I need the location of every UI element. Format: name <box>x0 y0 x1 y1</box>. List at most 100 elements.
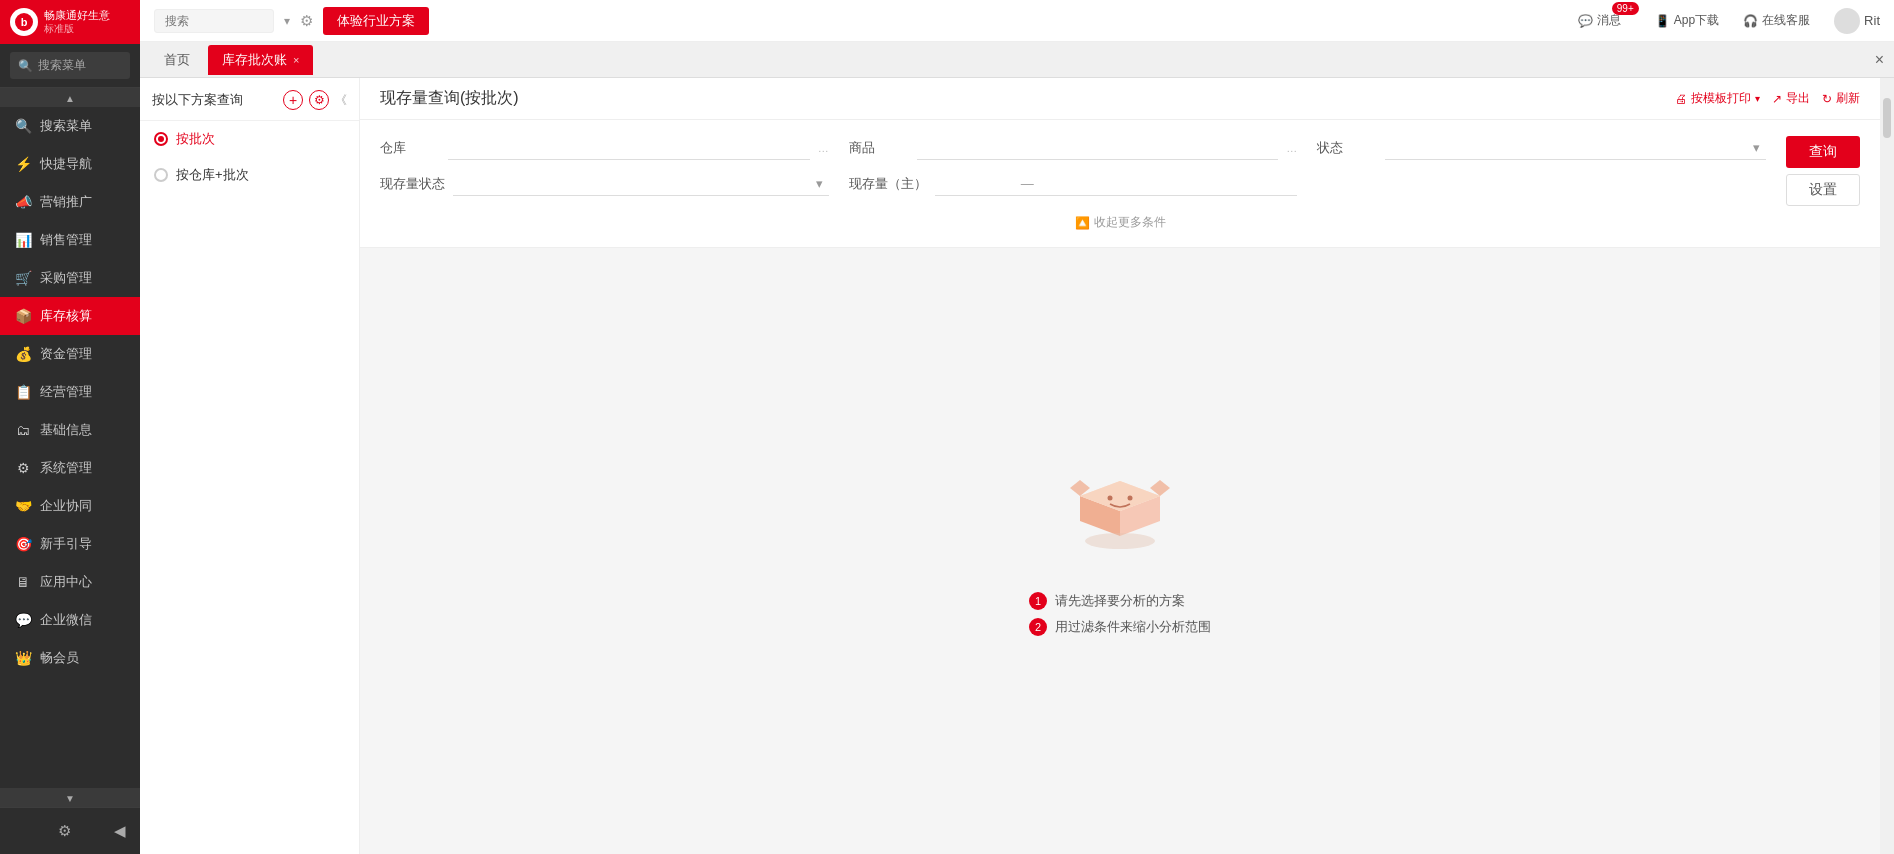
message-button[interactable]: 💬 消息 99+ <box>1568 8 1631 33</box>
empty-illustration <box>1060 466 1180 576</box>
tab-close-icon[interactable]: × <box>293 54 299 66</box>
sidebar-item-wechat[interactable]: 💬 企业微信 <box>0 601 140 639</box>
topbar-chevron-icon[interactable]: ▾ <box>284 14 290 28</box>
tab-home-label: 首页 <box>164 51 190 69</box>
export-button[interactable]: ↗ 导出 <box>1772 90 1810 107</box>
filter-form: 仓库 … 商品 … 状态 <box>360 120 1880 248</box>
print-chevron-icon[interactable]: ▾ <box>1755 93 1760 104</box>
sidebar-item-sales-label: 销售管理 <box>40 231 92 249</box>
refresh-button[interactable]: ↻ 刷新 <box>1822 90 1860 107</box>
sidebar-item-app-center[interactable]: 🖥 应用中心 <box>0 563 140 601</box>
status-dropdown-icon: ▾ <box>1753 140 1760 155</box>
filter-radio-batch <box>154 132 168 146</box>
collab-icon: 🤝 <box>14 497 32 515</box>
tab-inventory-batch[interactable]: 库存批次账 × <box>208 45 313 75</box>
sidebar-item-operation[interactable]: 📋 经营管理 <box>0 373 140 411</box>
experience-btn[interactable]: 体验行业方案 <box>323 7 429 35</box>
warehouse-label: 仓库 <box>380 139 440 157</box>
stock-qty-dash: — <box>1021 176 1034 191</box>
tab-home[interactable]: 首页 <box>150 45 204 75</box>
content-area: 按以下方案查询 + ⚙ 《 按批次 按仓库+批次 现存量查询(按批次) <box>140 78 1894 854</box>
set-button[interactable]: 设置 <box>1786 174 1860 206</box>
stock-qty-min-input[interactable] <box>935 172 1015 195</box>
service-label: 在线客服 <box>1762 12 1810 29</box>
app-version: 标准版 <box>44 22 110 36</box>
app-logo: b <box>10 8 38 36</box>
sidebar-item-members[interactable]: 👑 畅会员 <box>0 639 140 677</box>
filter-item-warehouse-batch[interactable]: 按仓库+批次 <box>140 157 359 193</box>
scrollbar-thumb[interactable] <box>1883 98 1891 138</box>
svg-point-5 <box>1128 496 1133 501</box>
stock-qty-label: 现存量（主） <box>849 175 927 193</box>
filter-panel-collapse-icon[interactable]: 《 <box>335 92 347 109</box>
warehouse-input[interactable] <box>448 136 810 160</box>
form-action-buttons: 查询 设置 <box>1786 136 1860 206</box>
filter-row-2: 现存量状态 ▾ 现存量（主） <box>380 172 1766 196</box>
sidebar-scroll-down[interactable]: ▼ <box>0 788 140 807</box>
sidebar-item-purchase[interactable]: 🛒 采购管理 <box>0 259 140 297</box>
sidebar-item-collab-label: 企业协同 <box>40 497 92 515</box>
stock-qty-field: 现存量（主） — <box>849 172 1298 196</box>
export-label: 导出 <box>1786 90 1810 107</box>
filter-panel: 按以下方案查询 + ⚙ 《 按批次 按仓库+批次 <box>140 78 360 854</box>
search-menu-button[interactable]: 🔍 搜索菜单 <box>10 52 130 79</box>
sidebar-item-quick-nav-label: 快捷导航 <box>40 155 92 173</box>
status-field: 状态 ▾ <box>1317 136 1766 160</box>
instruction-text-1: 请先选择要分析的方案 <box>1055 592 1185 610</box>
page-title: 现存量查询(按批次) <box>380 88 519 109</box>
filter-add-button[interactable]: + <box>283 90 303 110</box>
main-area: ▾ ⚙ 体验行业方案 💬 消息 99+ 📱 App下载 🎧 在线客服 Rit 首… <box>140 0 1894 854</box>
marketing-icon: 📣 <box>14 193 32 211</box>
service-button[interactable]: 🎧 在线客服 <box>1743 12 1810 29</box>
stock-qty-max-input[interactable] <box>1040 172 1120 195</box>
sidebar-collapse-button[interactable]: ◀ <box>114 822 126 840</box>
filter-gear-button[interactable]: ⚙ <box>309 90 329 110</box>
sidebar-item-system[interactable]: ⚙ 系统管理 <box>0 449 140 487</box>
system-icon: ⚙ <box>14 459 32 477</box>
empty-instructions: 1 请先选择要分析的方案 2 用过滤条件来缩小分析范围 <box>1029 592 1211 636</box>
status-select[interactable]: ▾ <box>1385 136 1766 160</box>
topbar-gear-icon[interactable]: ⚙ <box>300 12 313 30</box>
filter-radio-warehouse-batch <box>154 168 168 182</box>
product-input[interactable] <box>917 136 1279 160</box>
warehouse-dots-icon[interactable]: … <box>818 142 829 154</box>
page-actions: 🖨 按模板打印 ▾ ↗ 导出 ↻ 刷新 <box>1675 90 1860 107</box>
scrollbar-area <box>1880 78 1894 854</box>
app-download-button[interactable]: 📱 App下载 <box>1655 12 1719 29</box>
quick-nav-icon: ⚡ <box>14 155 32 173</box>
refresh-label: 刷新 <box>1836 90 1860 107</box>
product-dots-icon[interactable]: … <box>1286 142 1297 154</box>
sidebar-item-collab[interactable]: 🤝 企业协同 <box>0 487 140 525</box>
sidebar-item-quick-nav[interactable]: ⚡ 快捷导航 <box>0 145 140 183</box>
query-button[interactable]: 查询 <box>1786 136 1860 168</box>
settings-button[interactable]: ⚙ <box>14 818 114 844</box>
sidebar-header: b 畅康通好生意 标准版 <box>0 0 140 44</box>
product-label: 商品 <box>849 139 909 157</box>
sidebar-item-basic-info[interactable]: 🗂 基础信息 <box>0 411 140 449</box>
sidebar-item-marketing[interactable]: 📣 营销推广 <box>0 183 140 221</box>
print-label: 按模板打印 <box>1691 90 1751 107</box>
inventory-icon: 📦 <box>14 307 32 325</box>
app-download-label: App下载 <box>1674 12 1719 29</box>
user-button[interactable]: Rit <box>1834 8 1880 34</box>
stock-status-dropdown-icon: ▾ <box>816 176 823 191</box>
stock-qty-range: — <box>935 172 1298 196</box>
sidebar-item-inventory[interactable]: 📦 库存核算 <box>0 297 140 335</box>
topbar-search-input[interactable] <box>154 9 274 33</box>
app-name: 畅康通好生意 <box>44 8 110 22</box>
sidebar-item-search[interactable]: 🔍 搜索菜单 <box>0 107 140 145</box>
collapse-bar[interactable]: 🔼 收起更多条件 <box>380 208 1860 237</box>
main-content: 现存量查询(按批次) 🖨 按模板打印 ▾ ↗ 导出 ↻ 刷新 <box>360 78 1880 854</box>
stock-status-select[interactable]: ▾ <box>453 172 829 196</box>
sidebar-item-guide[interactable]: 🎯 新手引导 <box>0 525 140 563</box>
sidebar-item-wechat-label: 企业微信 <box>40 611 92 629</box>
warehouse-field: 仓库 … <box>380 136 829 160</box>
tab-inventory-batch-label: 库存批次账 <box>222 51 287 69</box>
print-button[interactable]: 🖨 按模板打印 ▾ <box>1675 90 1760 107</box>
sidebar-scroll-up[interactable]: ▲ <box>0 88 140 107</box>
sidebar-item-sales[interactable]: 📊 销售管理 <box>0 221 140 259</box>
filter-item-batch[interactable]: 按批次 <box>140 121 359 157</box>
tab-bar-close-button[interactable]: × <box>1875 51 1884 69</box>
sidebar-item-finance[interactable]: 💰 资金管理 <box>0 335 140 373</box>
user-name: Rit <box>1864 13 1880 28</box>
